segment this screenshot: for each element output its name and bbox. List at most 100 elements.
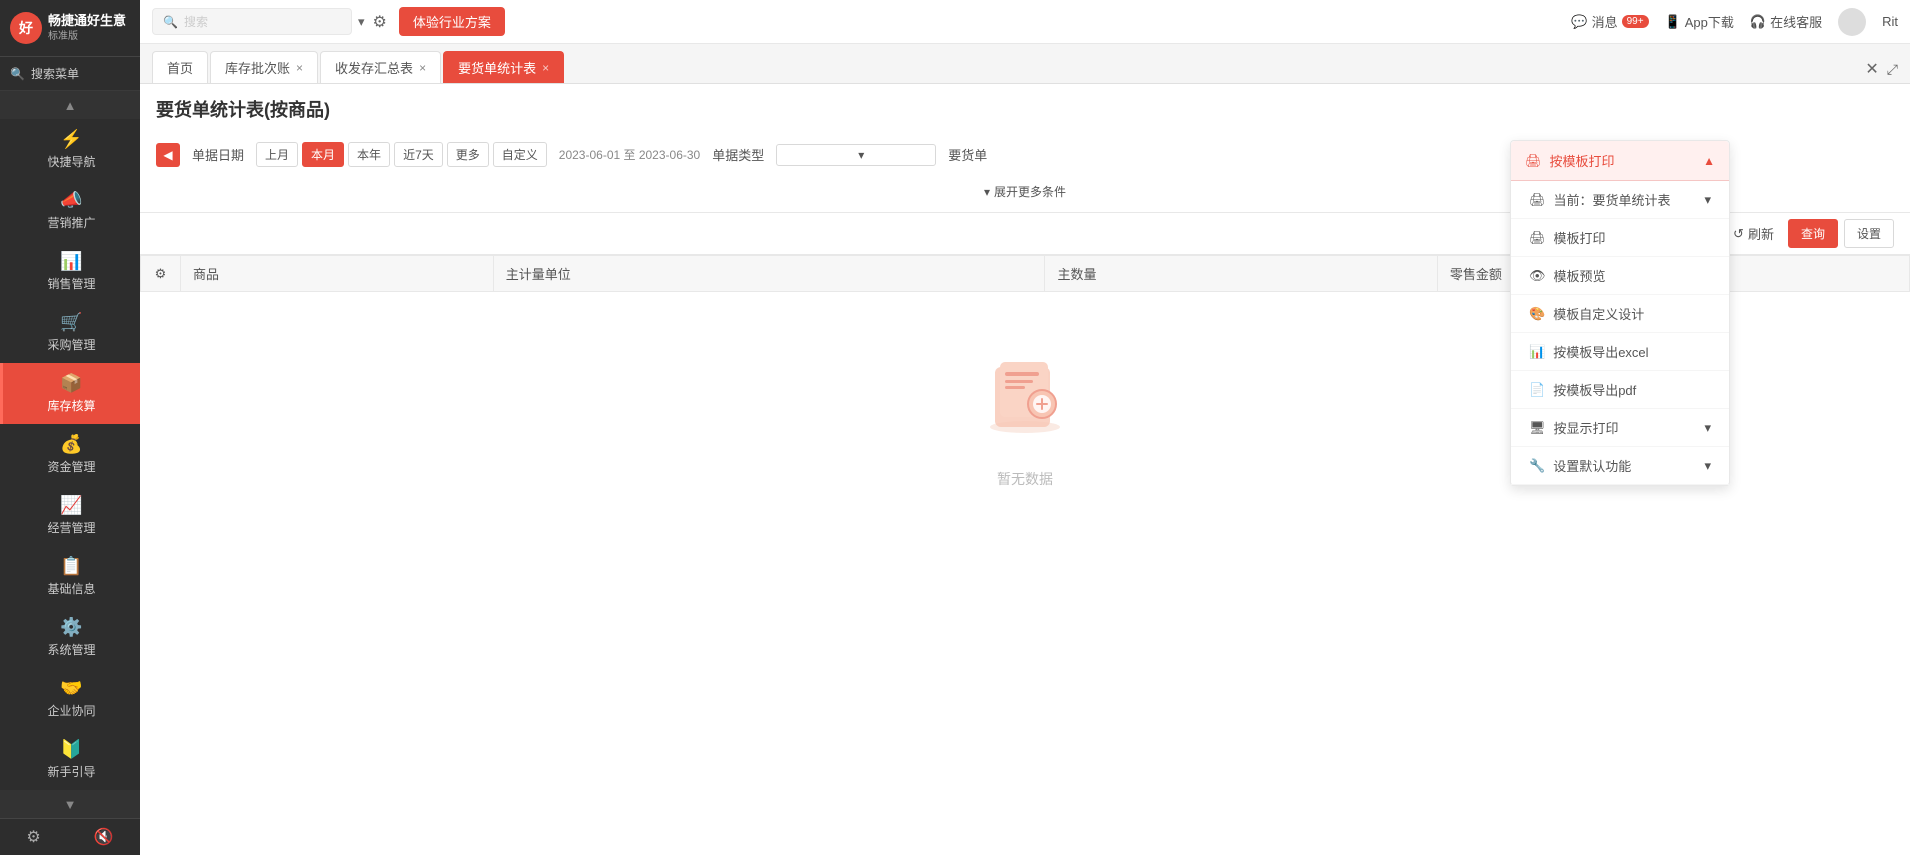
date-range-text: 2023-06-01 至 2023-06-30 [559,146,700,163]
sidebar-item-system[interactable]: ⚙️ 系统管理 [0,607,140,668]
template-print-label: 模板打印 [1554,228,1606,247]
expand-more-btn[interactable]: ▾ 展开更多条件 [972,179,1078,204]
refresh-icon: ↺ [1733,226,1744,242]
dropdown-display-print-left: 🖥 按显示打印 [1529,418,1619,437]
topbar-online-service[interactable]: 🎧 在线客服 [1750,12,1822,31]
query-label: 查询 [1801,225,1825,242]
messages-badge: 99+ [1622,15,1649,28]
app-download-label: App下载 [1685,12,1734,31]
sidebar: 好 畅捷通好生意 标准版 🔍 搜索菜单 ▲ ⚡ 快捷导航 📣 营销推广 📊 销售… [0,0,140,855]
refresh-label: 刷新 [1748,224,1774,243]
finance-icon: 💰 [60,434,82,455]
export-excel-icon: 📊 [1529,344,1545,360]
sidebar-scroll-up[interactable]: ▲ [0,91,140,119]
inventory-icon: 📦 [60,373,82,394]
message-icon: 💬 [1571,14,1587,30]
dropdown-header-left: 🖨 按模板打印 [1525,151,1615,170]
order-type-select[interactable]: ▾ [776,144,936,166]
date-btn-this-month[interactable]: 本月 [302,142,344,167]
sidebar-item-label: 系统管理 [47,641,95,658]
tab-order-stats-close[interactable]: × [542,61,549,75]
tab-receipt-summary[interactable]: 收发存汇总表 × [320,51,441,83]
app-logo-text: 畅捷通好生意 标准版 [48,12,126,44]
dropdown-export-pdf[interactable]: 📄 按模板导出pdf [1511,371,1729,409]
dropdown-current-arrow: ▾ [1704,192,1711,208]
sidebar-item-basics[interactable]: 📋 基础信息 [0,546,140,607]
template-custom-icon: 🎨 [1529,306,1545,322]
topbar-search-box[interactable]: 🔍 搜索 [152,8,352,35]
sidebar-item-label: 资金管理 [47,458,95,475]
topbar-gear-icon[interactable]: ⚙ [373,12,387,32]
topbar-dropdown-arrow[interactable]: ▾ [358,14,365,30]
print-template-dropdown: 🖨 按模板打印 ▲ 🖨 当前：要货单统计表 ▾ 🖨 模板打印 👁 模板预览 🎨 … [1510,140,1730,486]
dropdown-current-item[interactable]: 🖨 当前：要货单统计表 ▾ [1511,181,1729,219]
tab-receipt-summary-close[interactable]: × [419,61,426,75]
dropdown-export-excel[interactable]: 📊 按模板导出excel [1511,333,1729,371]
date-btn-prev-month[interactable]: 上月 [256,142,298,167]
select-dropdown-icon: ▾ [858,148,927,162]
sidebar-item-quick-nav[interactable]: ⚡ 快捷导航 [0,119,140,180]
sidebar-item-sales[interactable]: 📊 销售管理 [0,241,140,302]
settings-footer-btn[interactable]: ⚙ [26,827,40,847]
tab-batch-account[interactable]: 库存批次账 × [210,51,318,83]
refresh-btn[interactable]: ↺ 刷新 [1725,220,1782,247]
col-settings[interactable]: ⚙ [141,256,181,292]
sidebar-scroll-down[interactable]: ▼ [0,790,140,818]
template-custom-label: 模板自定义设计 [1553,304,1644,323]
settings-btn[interactable]: 设置 [1844,219,1894,248]
display-print-label: 按显示打印 [1554,418,1619,437]
dropdown-display-print[interactable]: 🖥 按显示打印 ▾ [1511,409,1729,447]
topbar-industry-btn[interactable]: 体验行业方案 [399,7,505,36]
system-icon: ⚙️ [60,617,82,638]
date-btn-custom[interactable]: 自定义 [493,142,547,167]
date-btn-more[interactable]: 更多 [447,142,489,167]
display-print-arrow: ▾ [1704,420,1711,436]
template-preview-label: 模板预览 [1554,266,1606,285]
sidebar-item-enterprise[interactable]: 🤝 企业协同 [0,668,140,729]
sidebar-item-purchase[interactable]: 🛒 采购管理 [0,302,140,363]
operations-icon: 📈 [60,495,82,516]
export-pdf-label: 按模板导出pdf [1553,380,1636,399]
tabs-close-all-btn[interactable]: ✕ [1865,59,1878,79]
col-unit: 主计量单位 [493,256,1045,292]
dropdown-header[interactable]: 🖨 按模板打印 ▲ [1511,141,1729,181]
date-filter-label: 单据日期 [192,145,244,164]
page-title: 要货单统计表(按商品) [156,96,1894,122]
tab-batch-account-close[interactable]: × [296,61,303,75]
dropdown-template-print[interactable]: 🖨 模板打印 [1511,219,1729,257]
dropdown-template-preview[interactable]: 👁 模板预览 [1511,257,1729,295]
settings-label: 设置 [1857,225,1881,242]
sidebar-item-operations[interactable]: 📈 经营管理 [0,485,140,546]
topbar-username[interactable]: Rit [1882,14,1898,29]
sidebar-item-inventory[interactable]: 📦 库存核算 [0,363,140,424]
tab-receipt-summary-label: 收发存汇总表 [335,58,413,77]
topbar-messages[interactable]: 💬 消息 99+ [1571,12,1648,31]
sidebar-item-finance[interactable]: 💰 资金管理 [0,424,140,485]
app-name: 畅捷通好生意 [48,12,126,30]
enterprise-icon: 🤝 [60,678,82,699]
query-btn[interactable]: 查询 [1788,219,1838,248]
filter-collapse-btn[interactable]: ◀ [156,143,180,167]
sound-footer-btn[interactable]: 🔇 [94,827,114,847]
tab-order-stats[interactable]: 要货单统计表 × [443,51,564,83]
quick-nav-icon: ⚡ [60,129,82,150]
topbar-avatar[interactable] [1838,8,1866,36]
dropdown-set-default[interactable]: 🔧 设置默认功能 ▾ [1511,447,1729,485]
tab-home[interactable]: 首页 [152,51,208,83]
app-edition: 标准版 [48,30,126,44]
sales-icon: 📊 [60,251,82,272]
topbar-app-download[interactable]: 📱 App下载 [1665,12,1734,31]
sidebar-item-label: 新手引导 [47,763,95,780]
sidebar-item-guide[interactable]: 🔰 新手引导 [0,729,140,790]
dropdown-template-custom[interactable]: 🎨 模板自定义设计 [1511,295,1729,333]
sidebar-item-label: 企业协同 [47,702,95,719]
export-excel-label: 按模板导出excel [1553,342,1648,361]
sidebar-item-label: 营销推广 [47,214,95,231]
sidebar-search[interactable]: 🔍 搜索菜单 [0,57,140,91]
date-btn-last-7-days[interactable]: 近7天 [394,142,443,167]
sidebar-item-marketing[interactable]: 📣 营销推广 [0,180,140,241]
sidebar-logo: 好 畅捷通好生意 标准版 [0,0,140,57]
tabs-expand-btn[interactable]: ⤢ [1887,61,1898,78]
date-btn-this-year[interactable]: 本年 [348,142,390,167]
dropdown-set-default-left: 🔧 设置默认功能 [1529,456,1631,475]
